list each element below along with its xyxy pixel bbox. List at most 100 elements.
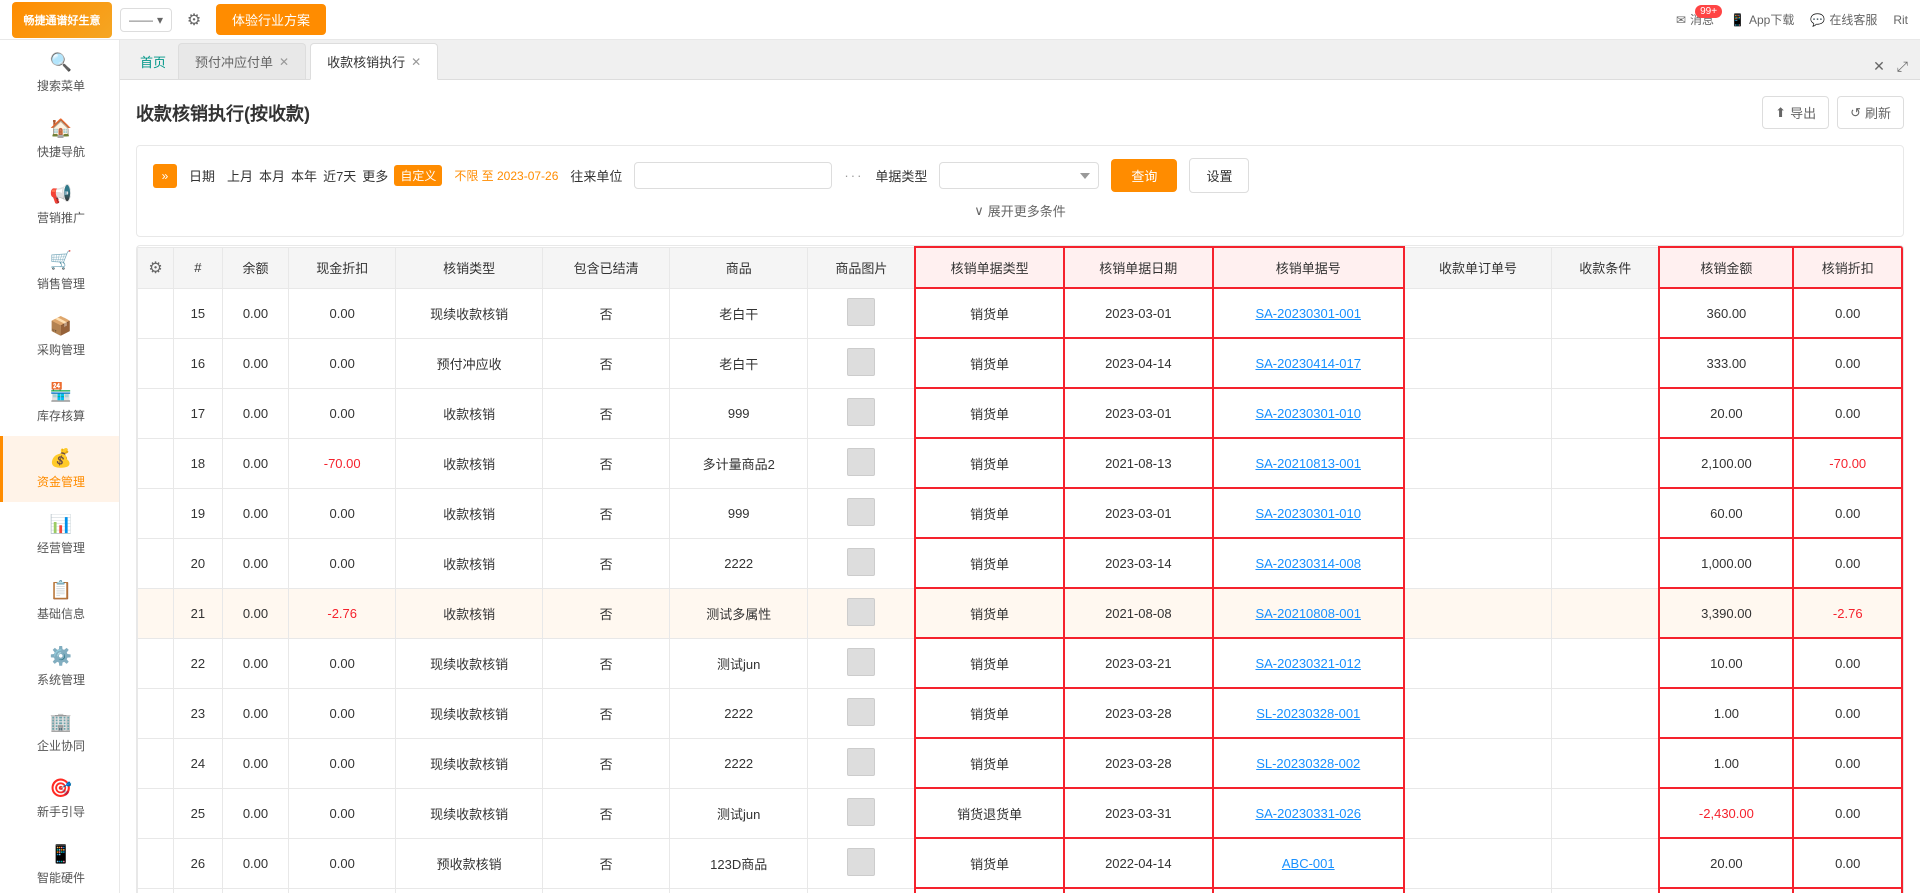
sidebar-item-hardware[interactable]: 📱 智能硬件 (0, 832, 119, 893)
partner-input[interactable] (634, 162, 832, 189)
refresh-button[interactable]: ↺ 刷新 (1837, 96, 1904, 129)
cell-balance: 0.00 (222, 538, 289, 588)
tab-receipt-cancel[interactable]: 收款核销执行 ✕ (310, 43, 438, 80)
tab-expand-icon[interactable]: ⤢ (1893, 54, 1912, 79)
guide-icon: 🎯 (50, 778, 72, 799)
cell-cancel-bill-no[interactable]: SL-20230328-002 (1213, 738, 1404, 788)
sidebar-item-basic[interactable]: 📋 基础信息 (0, 568, 119, 634)
setting-button[interactable]: 设置 (1189, 158, 1249, 193)
workspace-dropdown[interactable]: —— ▾ (120, 8, 172, 32)
cell-receipt-order-no (1404, 788, 1552, 838)
cell-cancel-bill-date: 2023-03-21 (1064, 638, 1213, 688)
cell-cancel-bill-no[interactable]: SA-20230301-001 (1213, 288, 1404, 338)
cell-cash-discount: -70.00 (289, 438, 396, 488)
col-header-product: 商品 (670, 247, 808, 288)
cell-product-img (808, 438, 916, 488)
cell-cancel-bill-type: 销货单 (915, 838, 1064, 888)
tab-close-receipt-cancel[interactable]: ✕ (411, 55, 421, 69)
data-table-container: ⚙ # 余额 现金折扣 核销类型 包含已结清 商品 商品图片 核销单据类型 核 (136, 245, 1904, 893)
sidebar-item-marketing[interactable]: 📢 营销推广 (0, 172, 119, 238)
app-download-button[interactable]: 📱 App下载 (1730, 11, 1794, 28)
cell-cancel-discount: 0.00 (1793, 538, 1902, 588)
cell-settings (138, 338, 174, 388)
table-row: 20 0.00 0.00 收款核销 否 2222 销货单 2023-03-14 … (138, 538, 1903, 588)
date-option-more[interactable]: 更多 (362, 166, 388, 185)
cell-cancel-bill-date: 2023-03-01 (1064, 288, 1213, 338)
cell-cancel-discount: 0.00 (1793, 888, 1902, 893)
sidebar-item-guide[interactable]: 🎯 新手引导 (0, 766, 119, 832)
filter-expand-button[interactable]: » (153, 164, 177, 188)
cell-cancel-bill-no[interactable]: SA-20210813-001 (1213, 438, 1404, 488)
notice-button[interactable]: ✉ 消息 99+ (1676, 11, 1714, 28)
export-button[interactable]: ⬆ 导出 (1762, 96, 1829, 129)
sidebar-item-finance[interactable]: 💰 资金管理 (0, 436, 119, 502)
sidebar-item-inventory[interactable]: 🏪 库存核算 (0, 370, 119, 436)
solution-button[interactable]: 体验行业方案 (216, 4, 326, 35)
table-row: 25 0.00 0.00 现续收款核销 否 测试jun 销货退货单 2023-0… (138, 788, 1903, 838)
cell-included-settled: 否 (543, 738, 670, 788)
cell-product-img (808, 638, 916, 688)
date-option-this-year[interactable]: 本年 (291, 166, 317, 185)
cell-cancel-bill-no[interactable]: SA-20230314-008 (1213, 538, 1404, 588)
cell-cancel-bill-no[interactable]: ABC-001 (1213, 838, 1404, 888)
sidebar-item-operation[interactable]: 📊 经营管理 (0, 502, 119, 568)
cell-cancel-bill-no[interactable]: SA-20230331-026 (1213, 788, 1404, 838)
cell-balance: 0.00 (222, 488, 289, 538)
marketing-icon: 📢 (50, 184, 72, 205)
cell-rownum: 27 (174, 888, 223, 893)
system-icon: ⚙️ (50, 646, 72, 667)
cell-cancel-bill-type: 销货退货单 (915, 788, 1064, 838)
tab-prepay[interactable]: 预付冲应付单 ✕ (178, 43, 306, 79)
cell-cancel-bill-date: 2021-08-08 (1064, 588, 1213, 638)
sidebar-item-enterprise[interactable]: 🏢 企业协同 (0, 700, 119, 766)
cell-cancel-bill-no[interactable]: SL-20230408-001 (1213, 888, 1404, 893)
col-settings-icon[interactable]: ⚙ (148, 260, 162, 277)
cell-cancel-discount: 0.00 (1793, 388, 1902, 438)
sidebar-item-search[interactable]: 🔍 搜索菜单 (0, 40, 119, 106)
col-header-receipt-condition: 收款条件 (1552, 247, 1660, 288)
cell-receipt-condition (1552, 588, 1660, 638)
page-title: 收款核销执行(按收款) (136, 100, 310, 126)
sidebar-item-purchase[interactable]: 📦 采购管理 (0, 304, 119, 370)
col-header-included-settled: 包含已结清 (543, 247, 670, 288)
cell-cancel-bill-no[interactable]: SA-20230321-012 (1213, 638, 1404, 688)
cell-cancel-discount: 0.00 (1793, 738, 1902, 788)
query-button[interactable]: 查询 (1111, 159, 1177, 192)
cell-cancel-bill-no[interactable]: SA-20210808-001 (1213, 588, 1404, 638)
cell-product-img (808, 588, 916, 638)
table-row: 22 0.00 0.00 现续收款核销 否 测试jun 销货单 2023-03-… (138, 638, 1903, 688)
partner-label: 往来单位 (570, 166, 622, 185)
tab-close-all-icon[interactable]: ✕ (1869, 54, 1889, 79)
cell-cancel-discount: 0.00 (1793, 338, 1902, 388)
cell-settings (138, 288, 174, 338)
cell-cash-discount: 0.00 (289, 788, 396, 838)
notice-badge: 99+ (1695, 5, 1722, 18)
sidebar-item-system[interactable]: ⚙️ 系统管理 (0, 634, 119, 700)
cell-cancel-bill-no[interactable]: SA-20230301-010 (1213, 488, 1404, 538)
tab-home[interactable]: 首页 (128, 44, 178, 79)
date-options: 上月 本月 本年 近7天 更多 自定义 (227, 165, 442, 186)
date-option-7days[interactable]: 近7天 (323, 166, 356, 185)
table-row: 15 0.00 0.00 现续收款核销 否 老白干 销货单 2023-03-01… (138, 288, 1903, 338)
cell-cash-discount: 0.00 (289, 488, 396, 538)
settings-icon[interactable]: ⚙ (180, 6, 208, 34)
date-option-custom[interactable]: 自定义 (394, 165, 442, 186)
bill-type-select[interactable] (939, 162, 1099, 189)
sidebar-item-quick-nav[interactable]: 🏠 快捷导航 (0, 106, 119, 172)
expand-more-button[interactable]: ∨ 展开更多条件 (153, 201, 1887, 220)
cell-included-settled: 否 (543, 688, 670, 738)
cell-cancel-bill-no[interactable]: SA-20230301-010 (1213, 388, 1404, 438)
date-option-last-month[interactable]: 上月 (227, 166, 253, 185)
tab-close-prepay[interactable]: ✕ (279, 55, 289, 69)
cell-balance: 0.00 (222, 388, 289, 438)
cell-receipt-order-no (1404, 838, 1552, 888)
cell-cancel-bill-no[interactable]: SL-20230328-001 (1213, 688, 1404, 738)
online-service-button[interactable]: 💬 在线客服 (1810, 11, 1877, 28)
col-header-settings[interactable]: ⚙ (138, 247, 174, 288)
cell-cancel-amount: -2,430.00 (1659, 788, 1793, 838)
cell-cancel-bill-no[interactable]: SA-20230414-017 (1213, 338, 1404, 388)
cell-settings (138, 888, 174, 893)
sidebar-item-sales[interactable]: 🛒 销售管理 (0, 238, 119, 304)
date-option-this-month[interactable]: 本月 (259, 166, 285, 185)
cell-cancel-bill-type: 销货单 (915, 588, 1064, 638)
